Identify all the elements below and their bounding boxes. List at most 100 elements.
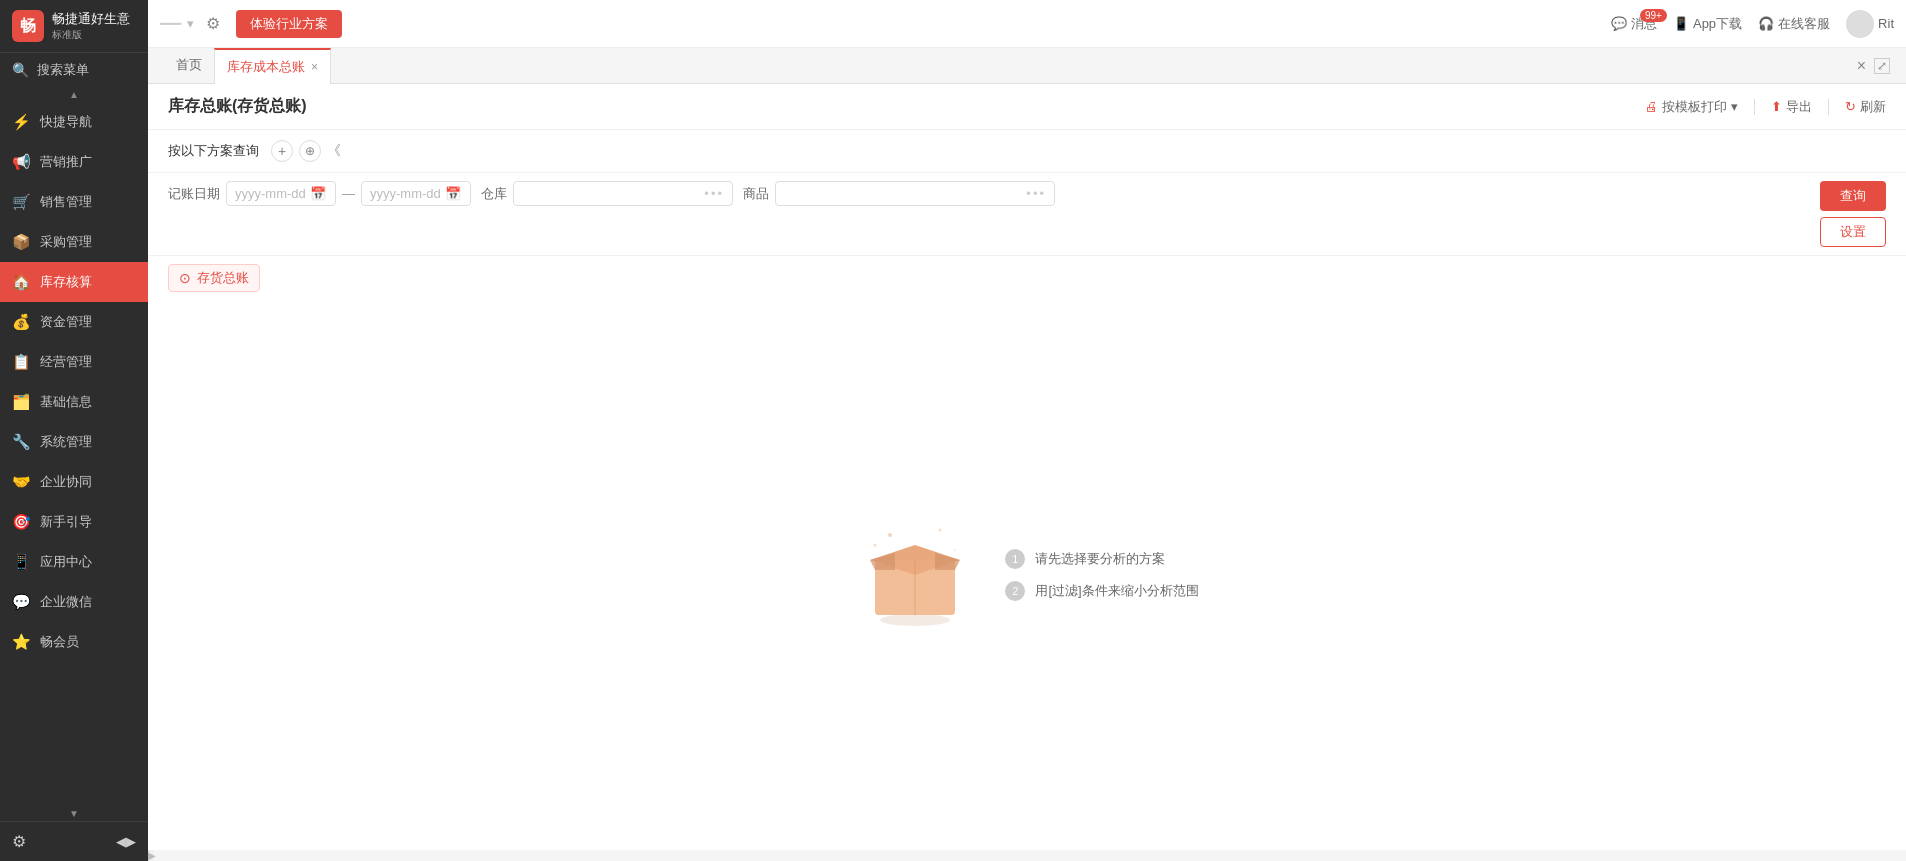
- query-btn[interactable]: 查询: [1820, 181, 1886, 211]
- svg-point-0: [880, 614, 950, 626]
- plan-item-inventory[interactable]: ⊙ 存货总账: [168, 264, 260, 292]
- breadcrumb: ━━━ ▾: [160, 16, 194, 31]
- tab-home[interactable]: 首页: [164, 48, 214, 84]
- empty-tip-1: 1 请先选择要分析的方案: [1005, 549, 1198, 569]
- industry-btn[interactable]: 体验行业方案: [236, 10, 342, 38]
- sidebar-item-operations[interactable]: 📋 经营管理: [0, 342, 148, 382]
- tab-actions: × ⤢: [1857, 57, 1890, 75]
- app-logo: 畅 畅捷通好生意 标准版: [0, 0, 148, 53]
- system-icon: 🔧: [12, 433, 30, 451]
- warehouse-more-icon: •••: [704, 186, 724, 201]
- export-label: 导出: [1786, 98, 1812, 116]
- svg-marker-4: [870, 553, 895, 570]
- sidebar-item-system[interactable]: 🔧 系统管理: [0, 422, 148, 462]
- messages-btn[interactable]: 💬 消息 99+: [1611, 15, 1657, 33]
- sidebar-item-finance[interactable]: 💰 资金管理: [0, 302, 148, 342]
- user-info[interactable]: Rit: [1846, 10, 1894, 38]
- date-start-input[interactable]: yyyy-mm-dd 📅: [226, 181, 336, 206]
- filter-bar: 按以下方案查询 + ⊕ 《: [148, 130, 1906, 173]
- sidebar-item-marketing[interactable]: 📢 营销推广: [0, 142, 148, 182]
- sidebar-item-label: 资金管理: [40, 313, 136, 331]
- chevron-down-icon: ▾: [187, 16, 194, 31]
- goods-more-icon: •••: [1026, 186, 1046, 201]
- inventory-icon: 🏠: [12, 273, 30, 291]
- search-menu[interactable]: 🔍 搜索菜单: [0, 53, 148, 87]
- app-download-label: App下载: [1693, 15, 1742, 33]
- online-service-btn[interactable]: 🎧 在线客服: [1758, 15, 1830, 33]
- page-header: 库存总账(存货总账) 🖨 按模板打印 ▾ ⬆ 导出 ↻ 刷新: [148, 84, 1906, 130]
- logo-icon: 畅: [12, 10, 44, 42]
- sidebar-item-purchase[interactable]: 📦 采购管理: [0, 222, 148, 262]
- sidebar-item-label: 新手引导: [40, 513, 136, 531]
- collapse-sidebar-btn[interactable]: ◀▶: [116, 834, 136, 849]
- sidebar-item-quick-nav[interactable]: ⚡ 快捷导航: [0, 102, 148, 142]
- sidebar-item-wechat[interactable]: 💬 企业微信: [0, 582, 148, 622]
- tab-inventory-cost[interactable]: 库存成本总账 ×: [214, 48, 331, 84]
- empty-tip-2: 2 用[过滤]条件来缩小分析范围: [1005, 581, 1198, 601]
- topbar-left: ━━━ ▾ ⚙ 体验行业方案: [160, 10, 1611, 38]
- sidebar: 畅 畅捷通好生意 标准版 🔍 搜索菜单 ▲ ⚡ 快捷导航 📢 营销推广 🛒 销售…: [0, 0, 148, 861]
- phone-icon: 📱: [1673, 16, 1689, 31]
- breadcrumb-text: ━━━: [160, 17, 181, 31]
- svg-point-8: [939, 529, 942, 532]
- sidebar-item-label: 畅会员: [40, 633, 136, 651]
- sidebar-item-app-center[interactable]: 📱 应用中心: [0, 542, 148, 582]
- empty-tips: 1 请先选择要分析的方案 2 用[过滤]条件来缩小分析范围: [1005, 549, 1198, 601]
- sidebar-item-label: 企业微信: [40, 593, 136, 611]
- tip-num-1: 1: [1005, 549, 1025, 569]
- message-icon: 💬: [1611, 16, 1627, 31]
- calendar-start-icon: 📅: [310, 186, 326, 201]
- tab-home-label: 首页: [176, 56, 202, 74]
- goods-field-group: 商品 •••: [743, 181, 1055, 206]
- collapse-handle-icon: ▶: [148, 850, 157, 861]
- sidebar-item-newbie[interactable]: 🎯 新手引导: [0, 502, 148, 542]
- warehouse-input[interactable]: •••: [513, 181, 733, 206]
- date-end-placeholder: yyyy-mm-dd: [370, 186, 441, 201]
- sidebar-item-member[interactable]: ⭐ 畅会员: [0, 622, 148, 662]
- sidebar-item-inventory[interactable]: 🏠 库存核算: [0, 262, 148, 302]
- sidebar-item-label: 系统管理: [40, 433, 136, 451]
- close-panel-btn[interactable]: ×: [1857, 57, 1866, 75]
- divider2: [1828, 99, 1829, 115]
- newbie-icon: 🎯: [12, 513, 30, 531]
- date-end-input[interactable]: yyyy-mm-dd 📅: [361, 181, 471, 206]
- goods-field-label: 商品: [743, 185, 769, 203]
- user-name: Rit: [1878, 16, 1894, 31]
- sidebar-nav: ⚡ 快捷导航 📢 营销推广 🛒 销售管理 📦 采购管理 🏠 库存核算 💰 资金管…: [0, 102, 148, 806]
- settings-bottom-icon[interactable]: ⚙: [12, 832, 26, 851]
- sidebar-item-label: 库存核算: [40, 273, 136, 291]
- filter-collapse-btn[interactable]: 《: [327, 142, 341, 160]
- print-label: 按模板打印: [1662, 98, 1727, 116]
- export-btn[interactable]: ⬆ 导出: [1771, 98, 1812, 116]
- export-icon: ⬆: [1771, 99, 1782, 114]
- filter-more-btn[interactable]: ⊕: [299, 140, 321, 162]
- scroll-up-arrow[interactable]: ▲: [0, 87, 148, 102]
- refresh-btn[interactable]: ↻ 刷新: [1845, 98, 1886, 116]
- refresh-label: 刷新: [1860, 98, 1886, 116]
- right-collapse-panel[interactable]: ▶: [148, 850, 154, 861]
- print-btn[interactable]: 🖨 按模板打印 ▾: [1645, 98, 1738, 116]
- scroll-down-arrow[interactable]: ▼: [0, 806, 148, 821]
- gear-icon[interactable]: ⚙: [206, 14, 220, 33]
- sidebar-item-enterprise[interactable]: 🤝 企业协同: [0, 462, 148, 502]
- calendar-end-icon: 📅: [445, 186, 461, 201]
- refresh-icon: ↻: [1845, 99, 1856, 114]
- warehouse-field-group: 仓库 •••: [481, 181, 733, 206]
- quick-nav-icon: ⚡: [12, 113, 30, 131]
- date-field-group: 记账日期 yyyy-mm-dd 📅 — yyyy-mm-dd 📅: [168, 181, 471, 206]
- expand-panel-btn[interactable]: ⤢: [1874, 58, 1890, 74]
- app-download-btn[interactable]: 📱 App下载: [1673, 15, 1742, 33]
- sidebar-item-basic-info[interactable]: 🗂️ 基础信息: [0, 382, 148, 422]
- tab-close-icon[interactable]: ×: [311, 60, 318, 74]
- filter-add-btn[interactable]: +: [271, 140, 293, 162]
- svg-marker-5: [935, 553, 960, 570]
- finance-icon: 💰: [12, 313, 30, 331]
- sidebar-item-label: 基础信息: [40, 393, 136, 411]
- goods-input[interactable]: •••: [775, 181, 1055, 206]
- settings-btn[interactable]: 设置: [1820, 217, 1886, 247]
- sidebar-item-label: 经营管理: [40, 353, 136, 371]
- content-area: 库存总账(存货总账) 🖨 按模板打印 ▾ ⬆ 导出 ↻ 刷新: [148, 84, 1906, 850]
- filter-actions: + ⊕ 《: [271, 140, 341, 162]
- enterprise-icon: 🤝: [12, 473, 30, 491]
- sidebar-item-sales[interactable]: 🛒 销售管理: [0, 182, 148, 222]
